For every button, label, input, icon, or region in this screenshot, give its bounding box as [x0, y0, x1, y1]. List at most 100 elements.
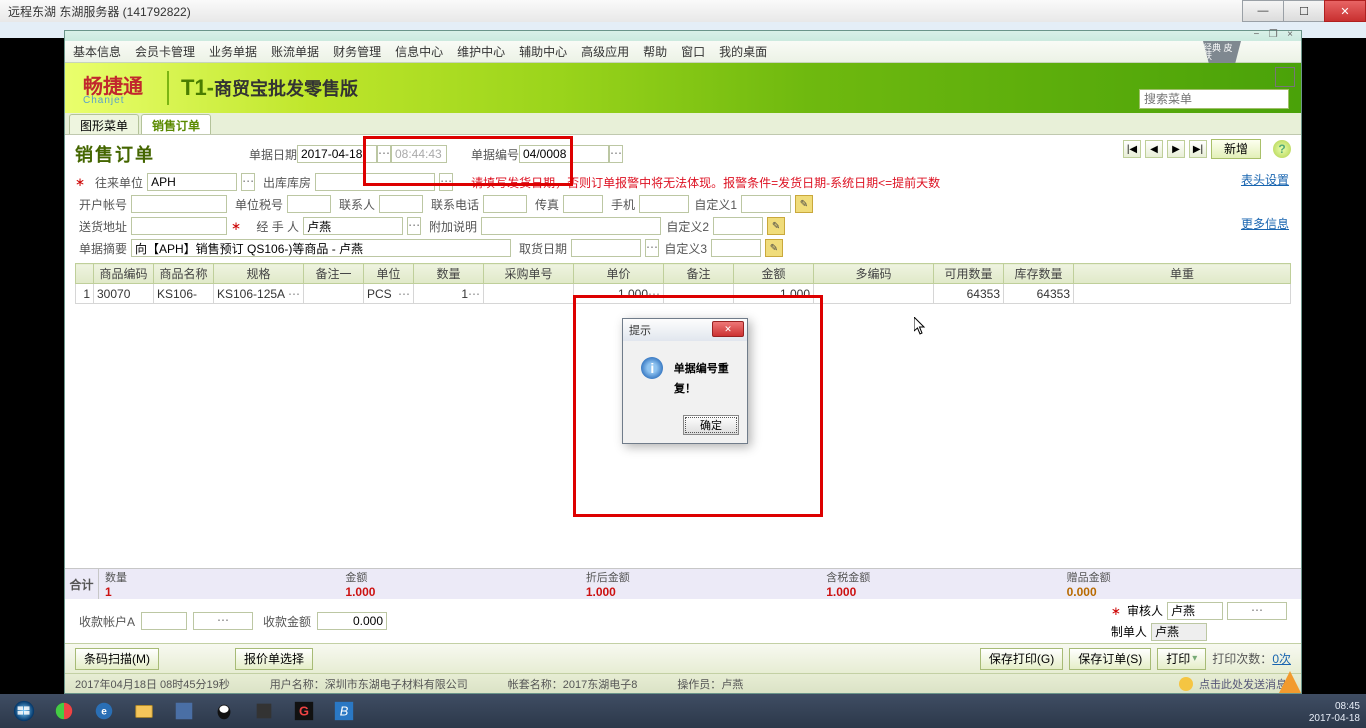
os-close-button[interactable]: ✕	[1324, 0, 1366, 22]
nav-first-button[interactable]: |◀	[1123, 140, 1141, 158]
help-icon[interactable]: ?	[1273, 140, 1291, 158]
menu-finance[interactable]: 财务管理	[333, 43, 381, 60]
cust2-action-icon[interactable]: ✎	[767, 217, 785, 235]
menu-flow[interactable]: 账流单据	[271, 43, 319, 60]
col-unit[interactable]: 单位	[364, 264, 414, 284]
taskbar-clock[interactable]: 08:452017-04-18	[1309, 701, 1360, 725]
handler-picker-button[interactable]: ⋯	[407, 217, 421, 235]
fax-input[interactable]	[563, 195, 603, 213]
col-note1[interactable]: 备注一	[304, 264, 364, 284]
col-uweight[interactable]: 单重	[1074, 264, 1291, 284]
nav-next-button[interactable]: ▶	[1167, 140, 1185, 158]
note-input[interactable]	[481, 217, 661, 235]
items-grid[interactable]: 商品编码 商品名称 规格 备注一 单位 数量 采购单号 单价 备注 金额 多编码…	[75, 263, 1291, 304]
col-avail[interactable]: 可用数量	[934, 264, 1004, 284]
save-print-button[interactable]: 保存打印(G)	[980, 648, 1063, 670]
number-input[interactable]	[519, 145, 609, 163]
customer-picker-button[interactable]: ⋯	[241, 173, 255, 191]
col-price[interactable]: 单价	[574, 264, 664, 284]
menu-info[interactable]: 信息中心	[395, 43, 443, 60]
quote-select-button[interactable]: 报价单选择	[235, 648, 313, 670]
tab-graphic-menu[interactable]: 图形菜单	[69, 114, 139, 134]
status-notification[interactable]: 点击此处发送消息	[1179, 676, 1287, 692]
taskbar-app-3[interactable]	[246, 697, 282, 725]
col-note[interactable]: 备注	[664, 264, 734, 284]
cust3-action-icon[interactable]: ✎	[765, 239, 783, 257]
menu-window[interactable]: 窗口	[681, 43, 705, 60]
mobile-input[interactable]	[639, 195, 689, 213]
cell-spec[interactable]: KS106-125A⋯	[214, 284, 304, 304]
date-input[interactable]	[297, 145, 377, 163]
cell-qty[interactable]: 1⋯	[414, 284, 484, 304]
nav-last-button[interactable]: ▶|	[1189, 140, 1207, 158]
menu-maintain[interactable]: 维护中心	[457, 43, 505, 60]
date-picker-button[interactable]: ⋯	[377, 145, 391, 163]
col-name[interactable]: 商品名称	[154, 264, 214, 284]
more-info-link[interactable]: 更多信息	[1241, 215, 1289, 232]
menu-advanced[interactable]: 高级应用	[581, 43, 629, 60]
cell-po[interactable]	[484, 284, 574, 304]
cell-price[interactable]: 1.000⋯	[574, 284, 664, 304]
handler-input[interactable]	[303, 217, 403, 235]
menu-basic-info[interactable]: 基本信息	[73, 43, 121, 60]
taskbar-app-2[interactable]	[166, 697, 202, 725]
header-settings-link[interactable]: 表头设置	[1241, 171, 1289, 188]
phone-input[interactable]	[483, 195, 527, 213]
customer-input[interactable]	[147, 173, 237, 191]
tax-input[interactable]	[287, 195, 331, 213]
contact-input[interactable]	[379, 195, 423, 213]
col-stock[interactable]: 库存数量	[1004, 264, 1074, 284]
warehouse-input[interactable]	[315, 173, 435, 191]
cust2-input[interactable]	[713, 217, 763, 235]
dialog-ok-button[interactable]: 确定	[683, 415, 739, 435]
cust1-input[interactable]	[741, 195, 791, 213]
barcode-scan-button[interactable]: 条码扫描(M)	[75, 648, 159, 670]
os-maximize-button[interactable]: ☐	[1283, 0, 1325, 22]
menu-desktop[interactable]: 我的桌面	[719, 43, 767, 60]
start-button[interactable]	[6, 697, 42, 725]
number-picker-button[interactable]: ⋯	[609, 145, 623, 163]
bank-input[interactable]	[131, 195, 227, 213]
search-input[interactable]	[1139, 89, 1289, 109]
inner-restore-icon[interactable]: ❐	[1266, 29, 1280, 40]
pay-amount-input[interactable]	[317, 612, 387, 630]
dialog-titlebar[interactable]: 提示 ✕	[623, 319, 747, 341]
cell-note[interactable]	[664, 284, 734, 304]
taskbar-app-5[interactable]: B	[326, 697, 362, 725]
pickdate-picker-button[interactable]: ⋯	[645, 239, 659, 257]
taskbar-ie-icon[interactable]: e	[86, 697, 122, 725]
cust3-input[interactable]	[711, 239, 761, 257]
cell-uweight[interactable]	[1074, 284, 1291, 304]
pay-account-picker[interactable]: ⋯	[193, 612, 253, 630]
dialog-close-button[interactable]: ✕	[712, 321, 744, 337]
os-minimize-button[interactable]: —	[1242, 0, 1284, 22]
nav-prev-button[interactable]: ◀	[1145, 140, 1163, 158]
menu-business[interactable]: 业务单据	[209, 43, 257, 60]
col-multicode[interactable]: 多编码	[814, 264, 934, 284]
cell-unit[interactable]: PCS⋯	[364, 284, 414, 304]
skin-switch-button[interactable]: 经典 皮肤	[1203, 41, 1241, 63]
col-po[interactable]: 采购单号	[484, 264, 574, 284]
taskbar-app-1[interactable]	[46, 697, 82, 725]
inner-close-icon[interactable]: ×	[1283, 29, 1297, 40]
print-button[interactable]: 打印▾	[1157, 648, 1206, 670]
new-button[interactable]: 新增	[1211, 139, 1261, 159]
warehouse-picker-button[interactable]: ⋯	[439, 173, 453, 191]
table-row[interactable]: 1 30070 KS106- KS106-125A⋯ PCS⋯ 1⋯ 1.000…	[76, 284, 1291, 304]
auditor-picker[interactable]: ⋯	[1227, 602, 1287, 620]
pay-account-input[interactable]	[141, 612, 187, 630]
cell-name[interactable]: KS106-	[154, 284, 214, 304]
cell-note1[interactable]	[304, 284, 364, 304]
addr-input[interactable]	[131, 217, 227, 235]
save-order-button[interactable]: 保存订单(S)	[1069, 648, 1151, 670]
col-qty[interactable]: 数量	[414, 264, 484, 284]
cell-amount[interactable]: 1.000	[734, 284, 814, 304]
cust1-action-icon[interactable]: ✎	[795, 195, 813, 213]
cube-icon[interactable]	[1275, 67, 1295, 87]
menu-help[interactable]: 帮助	[643, 43, 667, 60]
menu-member[interactable]: 会员卡管理	[135, 43, 195, 60]
cell-multicode[interactable]	[814, 284, 934, 304]
auditor-input[interactable]	[1167, 602, 1223, 620]
col-spec[interactable]: 规格	[214, 264, 304, 284]
col-amount[interactable]: 金额	[734, 264, 814, 284]
